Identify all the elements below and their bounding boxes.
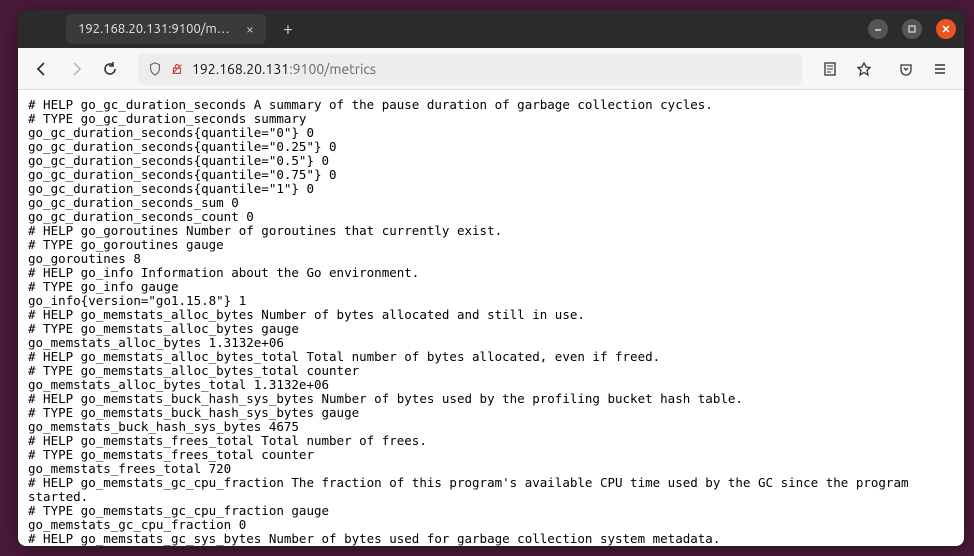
tab-close-icon[interactable]: × <box>242 21 258 37</box>
reader-mode-button[interactable] <box>816 55 844 83</box>
url-display: 192.168.20.131:9100/metrics <box>192 61 376 77</box>
page-content[interactable]: # HELP go_gc_duration_seconds A summary … <box>18 90 964 546</box>
minimize-button[interactable] <box>868 19 888 39</box>
metrics-output: # HELP go_gc_duration_seconds A summary … <box>28 98 954 546</box>
toolbar: 192.168.20.131:9100/metrics <box>18 48 964 90</box>
menu-button[interactable] <box>926 55 954 83</box>
insecure-lock-icon[interactable] <box>170 62 184 76</box>
reload-button[interactable] <box>96 55 124 83</box>
window-controls <box>868 10 956 48</box>
browser-window: 192.168.20.131:9100/metric × + <box>18 10 964 546</box>
bookmark-button[interactable] <box>850 55 878 83</box>
forward-button[interactable] <box>62 55 90 83</box>
titlebar: 192.168.20.131:9100/metric × + <box>18 10 964 48</box>
browser-tab[interactable]: 192.168.20.131:9100/metric × <box>66 14 266 44</box>
back-button[interactable] <box>28 55 56 83</box>
address-bar[interactable]: 192.168.20.131:9100/metrics <box>138 53 802 85</box>
right-toolbar <box>892 55 954 83</box>
maximize-button[interactable] <box>902 19 922 39</box>
new-tab-button[interactable]: + <box>278 19 298 39</box>
window-close-button[interactable] <box>936 19 956 39</box>
shield-icon[interactable] <box>148 62 162 76</box>
tab-title: 192.168.20.131:9100/metric <box>78 22 236 36</box>
pocket-button[interactable] <box>892 55 920 83</box>
url-host: 192.168.20.131 <box>192 61 289 77</box>
url-path: :9100/metrics <box>289 61 376 77</box>
